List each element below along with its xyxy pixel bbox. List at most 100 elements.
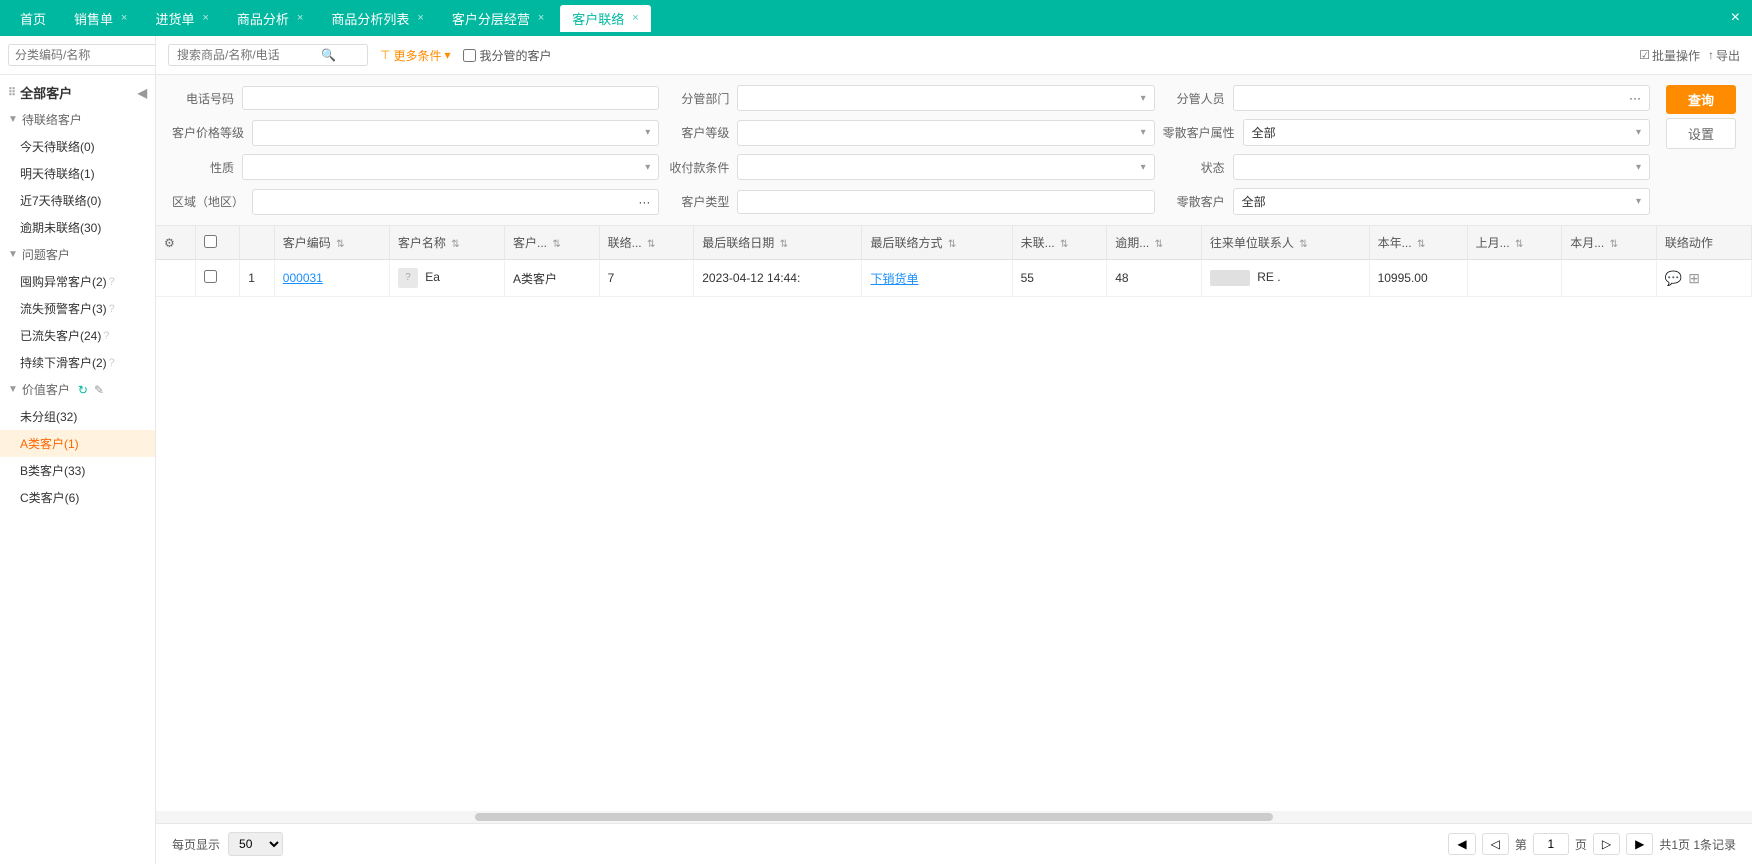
th-this-month[interactable]: 本月... ⇅ xyxy=(1562,226,1657,260)
th-settings[interactable]: ⚙ xyxy=(156,226,196,260)
next-page-btn[interactable]: ▷ xyxy=(1593,833,1620,855)
query-button[interactable]: 查询 xyxy=(1666,85,1736,114)
sort-icon: ⇅ xyxy=(948,239,956,250)
tab-customer-segmentation[interactable]: 客户分层经营 × xyxy=(440,5,556,32)
th-index xyxy=(240,226,275,260)
sidebar-item-overdue-contact[interactable]: 逾期未联络(30) xyxy=(0,214,155,241)
batch-operation-btn[interactable]: ☑ 批量操作 xyxy=(1639,47,1700,64)
first-page-btn[interactable]: ◀ xyxy=(1448,833,1475,855)
sidebar-group-problem[interactable]: ▼ 问题客户 xyxy=(0,241,155,268)
filter-select-scatter-attr[interactable]: 全部 ▾ xyxy=(1243,119,1650,146)
sort-icon: ⇅ xyxy=(1610,239,1618,250)
th-this-year[interactable]: 本年... ⇅ xyxy=(1369,226,1467,260)
filter-select-dept[interactable]: ▾ xyxy=(737,85,1154,111)
sidebar-item-declining[interactable]: 持续下滑客户(2) ? xyxy=(0,349,155,376)
td-code[interactable]: 000031 xyxy=(274,260,389,297)
setting-button[interactable]: 设置 xyxy=(1666,118,1736,149)
sidebar-item-warning[interactable]: 流失预警客户(3) ? xyxy=(0,295,155,322)
sidebar-item-lost[interactable]: 已流失客户(24) ? xyxy=(0,322,155,349)
filter-select-nature[interactable]: ▾ xyxy=(242,154,659,180)
filter-input-customer-type[interactable] xyxy=(737,190,1154,214)
chevron-icon: ▾ xyxy=(645,127,650,138)
close-tab-analysis[interactable]: × xyxy=(297,12,303,24)
close-tab-analysis-list[interactable]: × xyxy=(417,12,423,24)
horizontal-scrollbar[interactable] xyxy=(156,811,1752,823)
sidebar-group-value[interactable]: ▼ 价值客户 ↻ ✎ xyxy=(0,376,155,403)
filter-select-customer-level[interactable]: ▾ xyxy=(737,120,1154,146)
sidebar-search-input[interactable] xyxy=(8,44,156,66)
td-unit-contact: RE . xyxy=(1201,260,1369,297)
close-all-tabs[interactable]: × xyxy=(1727,5,1744,31)
home-tab[interactable]: 首页 xyxy=(8,5,58,32)
close-tab-contact[interactable]: × xyxy=(632,12,638,24)
th-unit-contact[interactable]: 往来单位联系人 ⇅ xyxy=(1201,226,1369,260)
sidebar-item-ungroup[interactable]: 未分组(32) xyxy=(0,403,155,430)
close-tab-segmentation[interactable]: × xyxy=(538,12,544,24)
grid-icon[interactable]: ⊞ xyxy=(1688,270,1700,287)
chat-icon[interactable]: 💬 xyxy=(1665,270,1682,287)
prev-page-btn[interactable]: ◁ xyxy=(1482,833,1509,855)
th-not-contact[interactable]: 未联... ⇅ xyxy=(1012,226,1107,260)
th-customer-code[interactable]: 客户编码 ⇅ xyxy=(274,226,389,260)
th-overdue[interactable]: 逾期... ⇅ xyxy=(1107,226,1202,260)
filter-select-scatter[interactable]: 全部 ▾ xyxy=(1233,188,1650,215)
filter-select-price-level[interactable]: ▾ xyxy=(252,120,659,146)
tab-product-analysis[interactable]: 商品分析 × xyxy=(225,5,315,32)
filter-input-phone[interactable] xyxy=(242,86,659,110)
my-customer-check[interactable] xyxy=(463,49,476,62)
sidebar-item-tomorrow-contact[interactable]: 明天待联络(1) xyxy=(0,160,155,187)
edit-icon[interactable]: ✎ xyxy=(94,383,104,397)
main-search-icon[interactable]: 🔍 xyxy=(321,48,336,62)
tab-customer-contact[interactable]: 客户联络 × xyxy=(560,5,650,32)
filter-select-status[interactable]: ▾ xyxy=(1233,154,1650,180)
sidebar-item-c-class[interactable]: C类客户(6) xyxy=(0,484,155,511)
main-search-input[interactable] xyxy=(177,48,317,62)
sidebar-item-b-class[interactable]: B类客户(33) xyxy=(0,457,155,484)
th-last-contact-way[interactable]: 最后联络方式 ⇅ xyxy=(862,226,1012,260)
filter-field-scatter-attr: 零散客户属性 全部 ▾ xyxy=(1163,119,1650,146)
chevron-icon: ▾ xyxy=(645,162,650,173)
th-last-month[interactable]: 上月... ⇅ xyxy=(1467,226,1562,260)
page-number-input[interactable] xyxy=(1533,833,1569,855)
filter-dots-region[interactable]: ··· xyxy=(252,189,659,215)
td-action-icons: 💬 ⊞ xyxy=(1656,260,1751,297)
th-contact-count[interactable]: 联络... ⇅ xyxy=(599,226,694,260)
td-checkbox xyxy=(196,260,240,297)
sidebar-group-pending[interactable]: ▼ 待联络客户 xyxy=(0,106,155,133)
scrollbar-thumb[interactable] xyxy=(475,813,1273,821)
tab-product-analysis-list[interactable]: 商品分析列表 × xyxy=(319,5,435,32)
tab-purchase-order[interactable]: 进货单 × xyxy=(143,5,220,32)
filter-select-payment[interactable]: ▾ xyxy=(737,154,1154,180)
close-tab-purchase[interactable]: × xyxy=(202,12,208,24)
th-customer-level[interactable]: 客户... ⇅ xyxy=(504,226,599,260)
sidebar-item-abnormal[interactable]: 囤购异常客户(2) ? xyxy=(0,268,155,295)
row-checkbox[interactable] xyxy=(204,270,217,283)
tab-sales-order[interactable]: 销售单 × xyxy=(62,5,139,32)
sidebar-item-a-class[interactable]: A类客户(1) xyxy=(0,430,155,457)
sidebar-collapse-btn[interactable]: ◀ xyxy=(138,86,147,100)
filter-field-phone: 电话号码 xyxy=(172,86,659,110)
filter-icon: ⊤ xyxy=(380,48,390,62)
select-all-checkbox[interactable] xyxy=(204,235,217,248)
sidebar-item-today-contact[interactable]: 今天待联络(0) xyxy=(0,133,155,160)
th-last-contact-date[interactable]: 最后联络日期 ⇅ xyxy=(694,226,862,260)
export-btn[interactable]: ↑ 导出 xyxy=(1708,47,1740,64)
filter-dots-person[interactable]: ··· xyxy=(1233,85,1650,111)
my-customer-checkbox[interactable]: 我分管的客户 xyxy=(463,47,552,64)
close-tab-sales[interactable]: × xyxy=(121,12,127,24)
more-filter-btn[interactable]: ⊤ 更多条件 ▾ xyxy=(380,47,451,64)
refresh-icon[interactable]: ↻ xyxy=(78,383,88,397)
sort-icon: ⇅ xyxy=(552,239,560,250)
per-page-select[interactable]: 50 100 200 xyxy=(228,832,283,856)
last-page-btn[interactable]: ▶ xyxy=(1626,833,1653,855)
filter-label-customer-level: 客户等级 xyxy=(667,124,737,141)
td-contact: 7 xyxy=(599,260,694,297)
table-header-row: ⚙ 客户编码 ⇅ 客户名称 ⇅ 客户... ⇅ xyxy=(156,226,1752,260)
filter-row-4: 区域（地区） ··· 客户类型 零散客户 全部 xyxy=(172,188,1650,215)
th-customer-name[interactable]: 客户名称 ⇅ xyxy=(389,226,504,260)
td-last-way[interactable]: 下销货单 xyxy=(862,260,1012,297)
pagination-right: ◀ ◁ 第 页 ▷ ▶ 共1页 1条记录 xyxy=(1448,833,1736,855)
sidebar-item-7days-contact[interactable]: 近7天待联络(0) xyxy=(0,187,155,214)
chevron-icon: ▾ xyxy=(1141,162,1146,173)
sort-icon: ⇅ xyxy=(780,239,788,250)
